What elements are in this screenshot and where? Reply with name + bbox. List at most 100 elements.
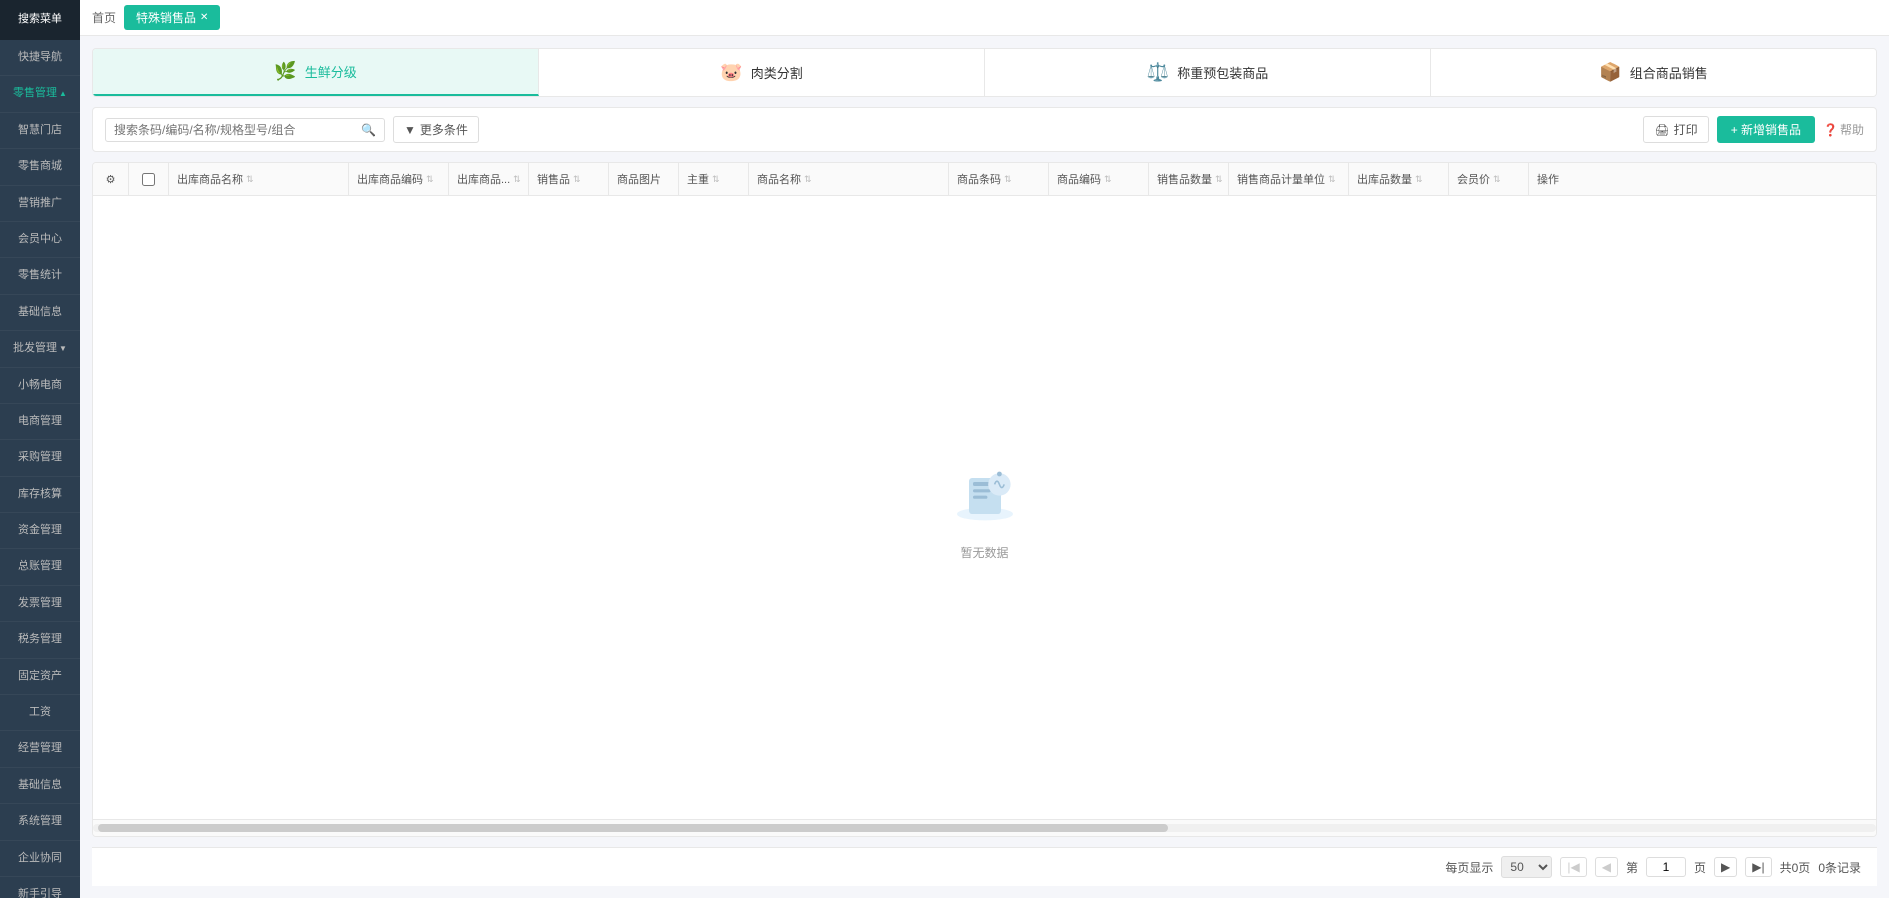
tab-meat-label: 肉类分割: [751, 63, 803, 82]
sidebar-item-tax[interactable]: 税务管理: [0, 622, 80, 658]
th-salesqty[interactable]: 销售品数量 ⇅: [1149, 163, 1229, 195]
sidebar-item-member[interactable]: 会员中心: [0, 222, 80, 258]
fresh-icon: 🌿: [274, 61, 296, 82]
print-button[interactable]: 🖨 打印: [1643, 116, 1708, 143]
sidebar-item-inventory[interactable]: 库存核算: [0, 477, 80, 513]
th-outspec[interactable]: 出库商品... ⇅: [449, 163, 529, 195]
th-checkbox[interactable]: [129, 163, 169, 195]
add-label: + 新增销售品: [1731, 121, 1801, 138]
toolbar: 🔍 ▼ 更多条件 🖨 打印 + 新增销售品 ❓ 帮助: [92, 107, 1877, 152]
total-count: 0条记录: [1818, 859, 1861, 876]
data-table: ⚙ 出库商品名称 ⇅ 出库商品编码 ⇅ 出库商品... ⇅ 销售品: [92, 162, 1877, 837]
print-icon: 🖨: [1654, 123, 1669, 137]
th-outname[interactable]: 出库商品名称 ⇅: [169, 163, 349, 195]
sidebar-item-purchase[interactable]: 采购管理: [0, 440, 80, 476]
sidebar-item-newguide[interactable]: 新手引导: [0, 877, 80, 898]
help-icon: ❓: [1823, 123, 1838, 137]
meat-icon: 🐷: [720, 62, 742, 83]
first-page-button[interactable]: |◀: [1560, 857, 1586, 877]
sidebar-item-baseinfo2[interactable]: 基础信息: [0, 768, 80, 804]
page-content: 🌿 生鲜分级 🐷 肉类分割 ⚖️ 称重预包装商品 📦 组合商品销售 🔍: [80, 36, 1889, 898]
th-operation: 操作: [1529, 163, 1609, 195]
th-barcode[interactable]: 商品条码 ⇅: [949, 163, 1049, 195]
sidebar-item-invoice[interactable]: 发票管理: [0, 586, 80, 622]
page-label: 页: [1694, 859, 1706, 876]
th-goodname[interactable]: 商品名称 ⇅: [749, 163, 949, 195]
per-page-label: 每页显示: [1445, 859, 1493, 876]
total-pages: 共0页: [1780, 859, 1811, 876]
sidebar-item-baseinfo1[interactable]: 基础信息: [0, 295, 80, 331]
sidebar-item-xiaochang[interactable]: 小畅电商: [0, 368, 80, 404]
sidebar-item-ecommerce[interactable]: 电商管理: [0, 404, 80, 440]
sort-icon: ⇅: [1104, 174, 1112, 185]
sidebar-item-capital[interactable]: 资金管理: [0, 513, 80, 549]
sidebar-item-enterprise[interactable]: 企业协同: [0, 841, 80, 877]
scale-icon: ⚖️: [1147, 62, 1169, 83]
sidebar-item-retail-mgmt[interactable]: 零售管理 ▲: [0, 76, 80, 112]
sort-icon: ⇅: [712, 174, 720, 185]
sidebar-item-retailmall[interactable]: 零售商城: [0, 149, 80, 185]
help-button[interactable]: ❓ 帮助: [1823, 121, 1864, 138]
tab-combo-label: 组合商品销售: [1630, 63, 1708, 82]
horizontal-scrollbar[interactable]: [93, 824, 1876, 832]
sort-icon: ⇅: [1415, 174, 1423, 185]
th-outcode[interactable]: 出库商品编码 ⇅: [349, 163, 449, 195]
home-breadcrumb[interactable]: 首页: [92, 9, 116, 26]
th-weight[interactable]: 主重 ⇅: [679, 163, 749, 195]
sidebar-item-salary[interactable]: 工资: [0, 695, 80, 731]
next-page-button[interactable]: ▶: [1714, 857, 1737, 877]
th-salesitem[interactable]: 销售品 ⇅: [529, 163, 609, 195]
search-box: 🔍: [105, 118, 385, 142]
sidebar-item-sysmanage[interactable]: 系统管理: [0, 804, 80, 840]
sidebar-item-fixedassets[interactable]: 固定资产: [0, 659, 80, 695]
empty-text: 暂无数据: [960, 544, 1008, 561]
sidebar-item-quicknav[interactable]: 快捷导航: [0, 40, 80, 76]
search-icon[interactable]: 🔍: [361, 123, 376, 137]
tab-weight-prepack[interactable]: ⚖️ 称重预包装商品: [985, 49, 1431, 96]
sidebar-item-smartstore[interactable]: 智慧门店: [0, 113, 80, 149]
sidebar-item-wholesale[interactable]: 批发管理 ▼: [0, 331, 80, 367]
sort-icon: ⇅: [1328, 174, 1336, 185]
empty-illustration: [945, 454, 1025, 534]
th-goodcode[interactable]: 商品编码 ⇅: [1049, 163, 1149, 195]
category-tabs: 🌿 生鲜分级 🐷 肉类分割 ⚖️ 称重预包装商品 📦 组合商品销售: [92, 48, 1877, 97]
tab-fresh-grading[interactable]: 🌿 生鲜分级: [93, 49, 539, 96]
search-input[interactable]: [114, 123, 357, 137]
sidebar-item-ledger[interactable]: 总账管理: [0, 549, 80, 585]
sidebar-item-bizmanage[interactable]: 经营管理: [0, 731, 80, 767]
tab-label: 特殊销售品: [136, 9, 196, 26]
print-label: 打印: [1674, 121, 1698, 138]
th-memberprice[interactable]: 会员价 ⇅: [1449, 163, 1529, 195]
chevron-icon: ▼: [59, 343, 67, 354]
th-unit[interactable]: 销售商品计量单位 ⇅: [1229, 163, 1349, 195]
sidebar: 搜索菜单 快捷导航 零售管理 ▲ 智慧门店 零售商城 营销推广 会员中心 零售统…: [0, 0, 80, 898]
tab-meat-cutting[interactable]: 🐷 肉类分割: [539, 49, 985, 96]
combo-icon: 📦: [1599, 62, 1621, 83]
sidebar-item-marketing[interactable]: 营销推广: [0, 186, 80, 222]
sidebar-item-retailstat[interactable]: 零售统计: [0, 258, 80, 294]
per-page-select[interactable]: 50 100 200: [1501, 856, 1552, 878]
th-outqty[interactable]: 出库品数量 ⇅: [1349, 163, 1449, 195]
chevron-icon: ▲: [59, 88, 67, 99]
prev-page-button[interactable]: ◀: [1595, 857, 1618, 877]
table-header: ⚙ 出库商品名称 ⇅ 出库商品编码 ⇅ 出库商品... ⇅ 销售品: [93, 163, 1876, 196]
scrollbar-thumb[interactable]: [98, 824, 1168, 832]
sidebar-logo[interactable]: 搜索菜单: [0, 0, 80, 40]
active-tab[interactable]: 特殊销售品 ✕: [124, 5, 220, 30]
topbar: 首页 特殊销售品 ✕: [80, 0, 1889, 36]
filter-button[interactable]: ▼ 更多条件: [393, 116, 479, 143]
main-area: 首页 特殊销售品 ✕ 🌿 生鲜分级 🐷 肉类分割 ⚖️ 称重预包装商品 📦 组合…: [80, 0, 1889, 898]
select-all-checkbox[interactable]: [142, 173, 155, 186]
add-product-button[interactable]: + 新增销售品: [1717, 116, 1815, 143]
sort-icon: ⇅: [426, 174, 434, 185]
page-number-input[interactable]: [1646, 857, 1686, 877]
th-goodimg: 商品图片: [609, 163, 679, 195]
tab-combo-sales[interactable]: 📦 组合商品销售: [1431, 49, 1876, 96]
close-tab-icon[interactable]: ✕: [200, 12, 208, 23]
sort-icon: ⇅: [1004, 174, 1012, 185]
sidebar-logo-text: 搜索菜单: [18, 12, 62, 27]
sort-icon: ⇅: [573, 174, 581, 185]
last-page-button[interactable]: ▶|: [1745, 857, 1771, 877]
sort-icon: ⇅: [513, 174, 521, 185]
th-settings[interactable]: ⚙: [93, 163, 129, 195]
